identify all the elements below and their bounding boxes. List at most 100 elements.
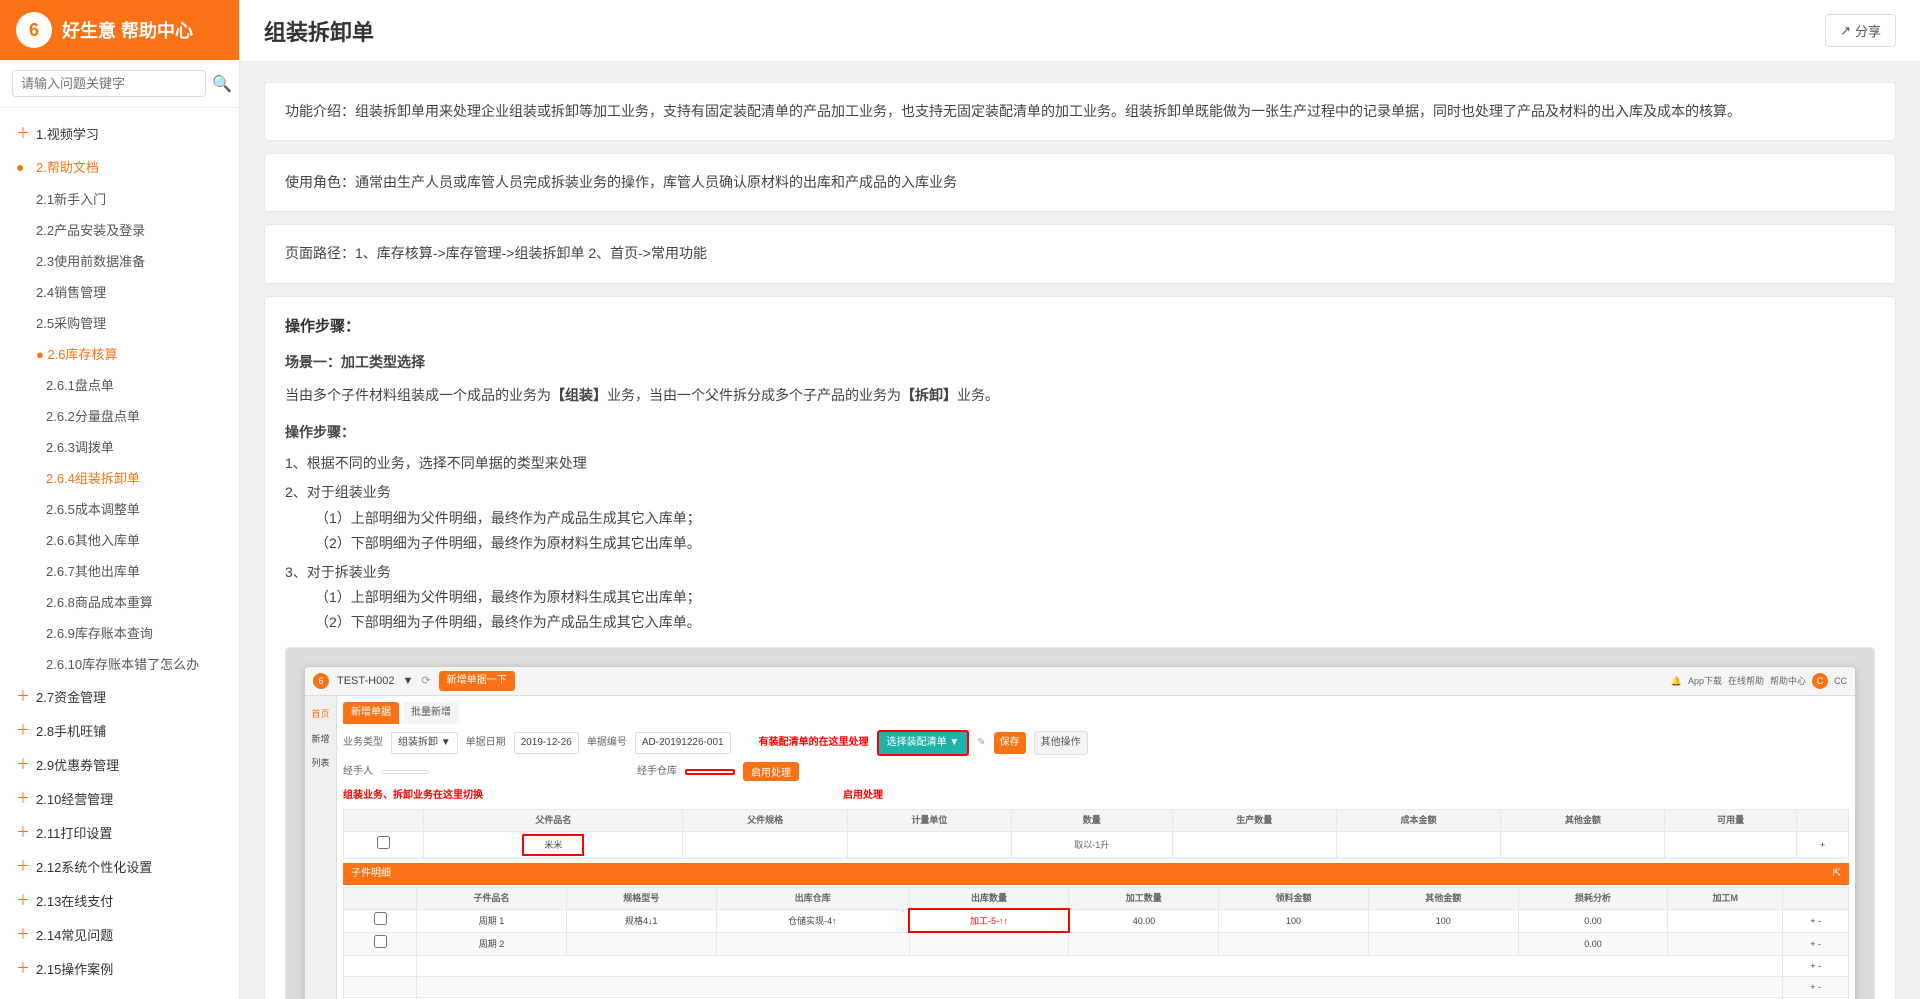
- app-other-btn[interactable]: 其他操作: [1034, 731, 1088, 755]
- content-area: 功能介绍：组装拆卸单用来处理企业组装或拆卸等加工业务，支持有固定装配清单的产品加…: [240, 62, 1920, 999]
- path-text: 页面路径：1、库存核算->库存管理->组装拆卸单 2、首页->常用功能: [285, 241, 1875, 266]
- app-body: 首页 新增 列表 新增单据 批量新增: [305, 696, 1855, 999]
- col-parent-name: 父件品名: [424, 810, 683, 831]
- lower-row-check-1[interactable]: [374, 912, 387, 925]
- app-annotation-row: 组装业务、拆卸业务在这里切换 启用处理: [343, 787, 1849, 805]
- upper-cell-check: [344, 831, 424, 858]
- app-save-btn[interactable]: 保存: [994, 732, 1026, 754]
- intro-text: 功能介绍：组装拆卸单用来处理企业组装或拆卸等加工业务，支持有固定装配清单的产品加…: [285, 99, 1875, 124]
- sidebar-item-assembly[interactable]: 2.6.4组装拆卸单: [0, 462, 239, 493]
- sidebar-item-video[interactable]: ＋ 1.视频学习: [0, 116, 239, 150]
- app-select-btn[interactable]: 选择装配清单 ▼: [877, 730, 970, 756]
- plus-icon-212: ＋: [16, 856, 30, 876]
- app-warehouse-input[interactable]: [685, 769, 735, 775]
- sidebar-item-cost-adjust[interactable]: 2.6.5成本调整单: [0, 493, 239, 524]
- sidebar-item-purchase[interactable]: 2.5采购管理: [0, 307, 239, 338]
- app-process-btn[interactable]: 启用处理: [743, 762, 799, 781]
- app-process-label: 经手仓库: [637, 763, 677, 781]
- sidebar-item-cases[interactable]: ＋ 2.15操作案例: [0, 951, 239, 985]
- sidebar-item-other-out[interactable]: 2.6.7其他出库单: [0, 555, 239, 586]
- main-header: 组装拆卸单 ↗ 分享: [240, 0, 1920, 62]
- main-area: 组装拆卸单 ↗ 分享 功能介绍：组装拆卸单用来处理企业组装或拆卸等加工业务，支持…: [240, 0, 1920, 999]
- lower-row-check-2[interactable]: [374, 935, 387, 948]
- sidebar-item-inv-ledger[interactable]: 2.6.9库存账本查询: [0, 617, 239, 648]
- step-2: 2、对于组装业务: [285, 480, 1875, 505]
- app-new-btn[interactable]: 新增单据一下: [439, 671, 515, 691]
- app-handler-label: 经手人: [343, 763, 373, 781]
- upper-cell-cost: [1336, 831, 1500, 858]
- sidebar-item-ops[interactable]: ＋ 2.10经营管理: [0, 781, 239, 815]
- app-bill-value[interactable]: AD-20191226-001: [635, 732, 731, 754]
- sidebar-item-inventory[interactable]: ● 2.6库存核算: [0, 338, 239, 369]
- sidebar-item-mobile[interactable]: ＋ 2.8手机旺铺: [0, 713, 239, 747]
- plus-icon-28: ＋: [16, 720, 30, 740]
- app-form-row-1: 业务类型 组装拆卸 ▼ 单据日期 2019-12-26 单据编号 AD-2019…: [343, 730, 1849, 756]
- app-sidebar-home: 首页: [305, 702, 336, 726]
- app-type-value[interactable]: 组装拆卸 ▼: [391, 732, 458, 754]
- plus-icon: ＋: [16, 123, 30, 143]
- nav-section-214: ＋ 2.14常见问题: [0, 917, 239, 951]
- steps-card: 操作步骤： 场景一：加工类型选择 当由多个子件材料组装成一个成品的业务为【组装】…: [264, 296, 1896, 999]
- sidebar-item-stocktake[interactable]: 2.6.1盘点单: [0, 369, 239, 400]
- col-cost: 成本金额: [1336, 810, 1500, 831]
- intro-card: 功能介绍：组装拆卸单用来处理企业组装或拆卸等加工业务，支持有固定装配清单的产品加…: [264, 82, 1896, 141]
- sidebar-item-personalize[interactable]: ＋ 2.12系统个性化设置: [0, 849, 239, 883]
- app-date-value[interactable]: 2019-12-26: [514, 732, 579, 754]
- sidebar-item-sales[interactable]: 2.4销售管理: [0, 276, 239, 307]
- upper-name-input[interactable]: 米米: [522, 834, 584, 856]
- search-input[interactable]: [12, 70, 206, 97]
- col-prod-qty: 生产数量: [1172, 810, 1336, 831]
- step-3: 3、对于拆装业务: [285, 560, 1875, 585]
- lower-col-action: [1783, 887, 1849, 909]
- plus-icon-214: ＋: [16, 924, 30, 944]
- plus-icon-210: ＋: [16, 788, 30, 808]
- upper-cell-name: 米米: [424, 831, 683, 858]
- step-3-1: （1）上部明细为父件明细，最终作为原材料生成其它出库单；: [285, 585, 1875, 610]
- logo-icon: 6: [16, 12, 52, 48]
- sidebar-item-data-prep[interactable]: 2.3使用前数据准备: [0, 245, 239, 276]
- app-tab-batch[interactable]: 批量新增: [403, 702, 459, 724]
- sidebar-item-other-in[interactable]: 2.6.6其他入库单: [0, 524, 239, 555]
- sidebar-item-personalize-label: 2.12系统个性化设置: [36, 857, 152, 876]
- app-username: CC: [1834, 673, 1847, 689]
- screenshot-image: 6 TEST-H002 ▼ ⟳ 新增单据一下 🔔 App下载 在线帮助 帮助中心: [286, 648, 1874, 999]
- sidebar-item-inv-error[interactable]: 2.6.10库存账本错了怎么办: [0, 648, 239, 679]
- upper-cell-qty: 取以-1升: [1012, 831, 1173, 858]
- app-date-label: 单据日期: [466, 734, 506, 752]
- sidebar-item-transfer[interactable]: 2.6.3调拨单: [0, 431, 239, 462]
- sidebar-item-coupon[interactable]: ＋ 2.9优惠券管理: [0, 747, 239, 781]
- row-checkbox[interactable]: [377, 836, 390, 849]
- col-qty: 数量: [1012, 810, 1173, 831]
- sidebar-item-install[interactable]: 2.2产品安装及登录: [0, 214, 239, 245]
- lower-table: 子件品名 规格型号 出库仓库 出库数量 加工数量 领料金额 其他金额: [343, 887, 1849, 999]
- app-text-app: App下载: [1688, 673, 1722, 689]
- path-card: 页面路径：1、库存核算->库存管理->组装拆卸单 2、首页->常用功能: [264, 224, 1896, 283]
- app-title-separator: ▼: [402, 672, 413, 692]
- sidebar-item-pay-label: 2.13在线支付: [36, 891, 113, 910]
- search-icon[interactable]: 🔍: [212, 74, 232, 94]
- sidebar-item-newbie[interactable]: 2.1新手入门: [0, 183, 239, 214]
- sidebar-item-partial-stocktake[interactable]: 2.6.2分量盘点单: [0, 400, 239, 431]
- sidebar-item-coupon-label: 2.9优惠券管理: [36, 755, 119, 774]
- lower-col-outqty: 出库数量: [909, 887, 1069, 909]
- sidebar-item-faq[interactable]: ＋ 2.14常见问题: [0, 917, 239, 951]
- app-avatar: C: [1812, 673, 1828, 689]
- nav-section-2: ● 2.帮助文档 2.1新手入门 2.2产品安装及登录 2.3使用前数据准备 2…: [0, 150, 239, 679]
- sidebar-item-cost-recalc[interactable]: 2.6.8商品成本重算: [0, 586, 239, 617]
- share-button[interactable]: ↗ 分享: [1825, 14, 1896, 47]
- nav-section-211: ＋ 2.11打印设置: [0, 815, 239, 849]
- col-unit: 计量单位: [847, 810, 1011, 831]
- lower-table-row-1: 周期 1 规格4↓1 仓储实现-4↑ 加工-5-↑↑ 40.00 100 100: [344, 909, 1849, 932]
- sidebar-item-pay[interactable]: ＋ 2.13在线支付: [0, 883, 239, 917]
- upper-table: 父件品名 父件规格 计量单位 数量 生产数量 成本金额 其他金额: [343, 809, 1849, 858]
- nav-section-29: ＋ 2.9优惠券管理: [0, 747, 239, 781]
- sidebar-item-print[interactable]: ＋ 2.11打印设置: [0, 815, 239, 849]
- app-tab-new[interactable]: 新增单据: [343, 702, 399, 724]
- sidebar-item-finance[interactable]: ＋ 2.7资金管理: [0, 679, 239, 713]
- annotation-1: 有装配清单的在这里处理: [759, 734, 869, 752]
- plus-icon-215: ＋: [16, 958, 30, 978]
- col-available: 可用量: [1665, 810, 1796, 831]
- app-handler-input[interactable]: [381, 770, 429, 774]
- lower-table-row-4: + -: [344, 977, 1849, 998]
- sidebar-item-helpdoc[interactable]: ● 2.帮助文档: [0, 150, 239, 183]
